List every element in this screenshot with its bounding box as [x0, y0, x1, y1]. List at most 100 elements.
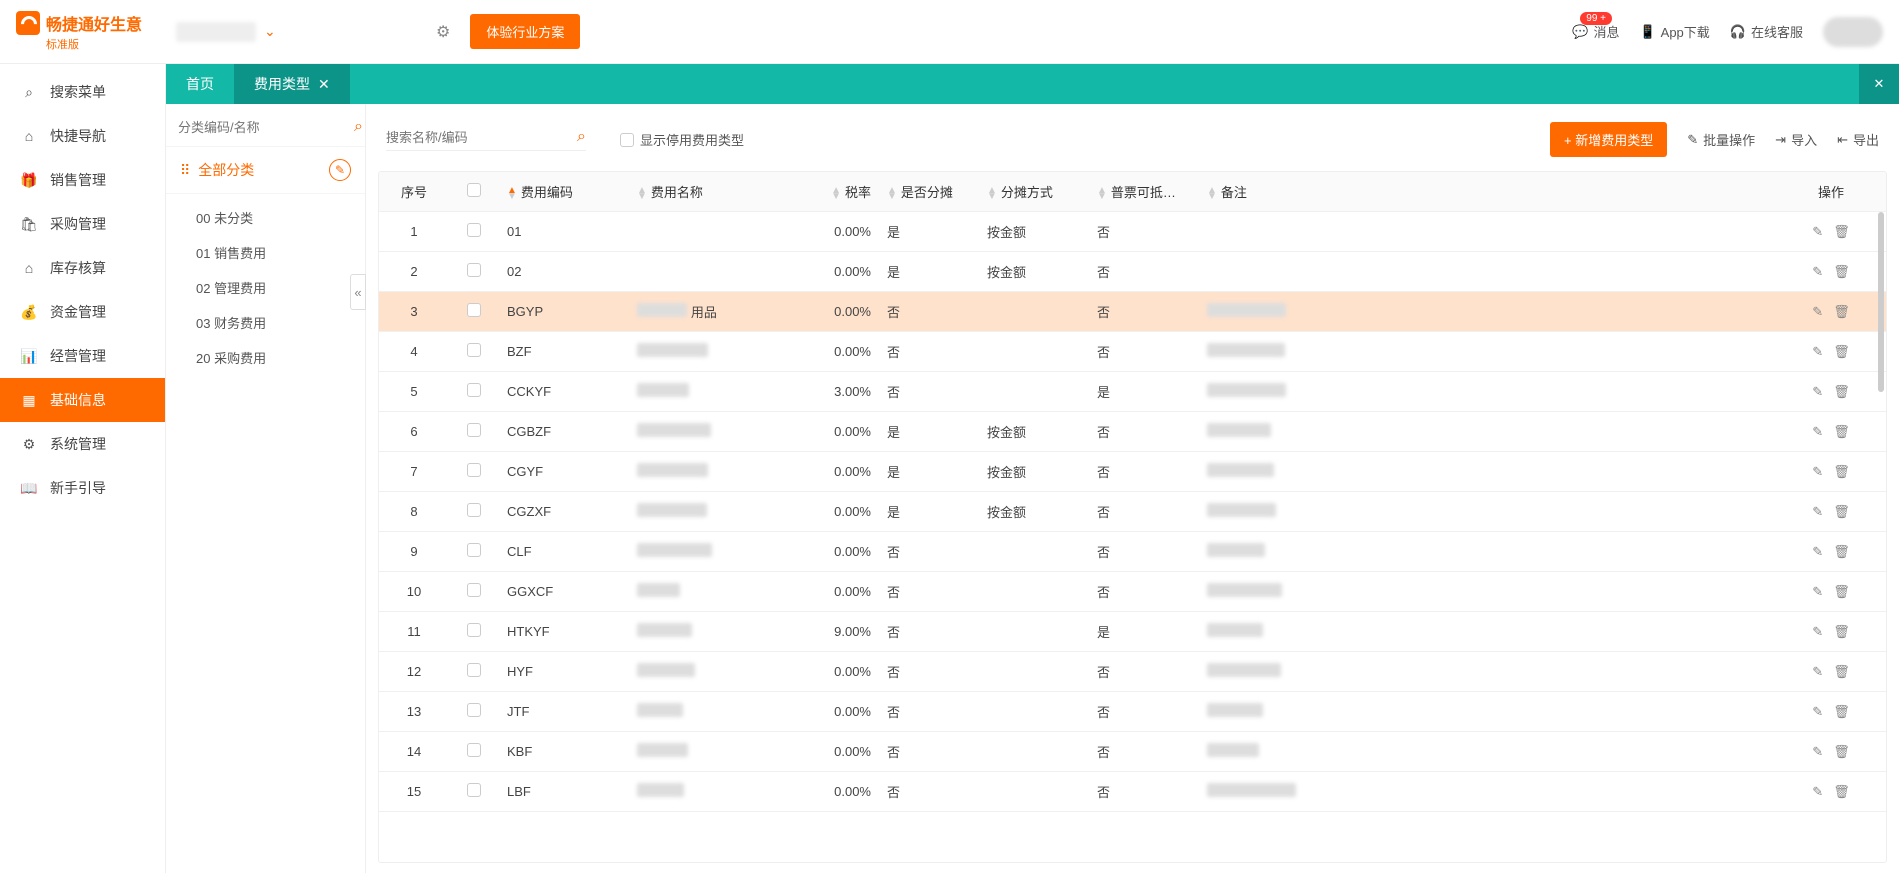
delete-row-icon[interactable]: 🗑	[1833, 224, 1850, 240]
cell-checkbox[interactable]	[449, 372, 499, 412]
edit-row-icon[interactable]: ✎	[1812, 464, 1823, 480]
delete-row-icon[interactable]: 🗑	[1833, 664, 1850, 680]
edit-row-icon[interactable]: ✎	[1812, 664, 1823, 680]
table-row[interactable]: 11HTKYF9.00%否是✎🗑	[379, 612, 1886, 652]
search-icon[interactable]: ⌕	[354, 118, 363, 136]
table-row[interactable]: 2020.00%是按金额否✎🗑	[379, 252, 1886, 292]
edit-row-icon[interactable]: ✎	[1812, 584, 1823, 600]
collapse-panel-handle[interactable]: «	[350, 274, 366, 310]
edit-row-icon[interactable]: ✎	[1812, 264, 1823, 280]
table-row[interactable]: 8CGZXF0.00%是按金额否✎🗑	[379, 492, 1886, 532]
cell-checkbox[interactable]	[449, 572, 499, 612]
delete-row-icon[interactable]: 🗑	[1833, 504, 1850, 520]
edit-row-icon[interactable]: ✎	[1812, 784, 1823, 800]
col-remark[interactable]: ▲▼备注	[1199, 172, 1776, 212]
delete-row-icon[interactable]: 🗑	[1833, 304, 1850, 320]
edit-row-icon[interactable]: ✎	[1812, 344, 1823, 360]
messages-link[interactable]: 💬 消息 99 +	[1572, 22, 1619, 41]
org-selector[interactable]: ⌄	[176, 22, 426, 42]
col-checkbox[interactable]	[449, 172, 499, 212]
delete-row-icon[interactable]: 🗑	[1833, 624, 1850, 640]
category-item[interactable]: 03 财务费用	[166, 305, 365, 340]
category-all[interactable]: ⠿ 全部分类 ✎	[166, 147, 365, 194]
user-avatar[interactable]	[1823, 17, 1883, 47]
col-share[interactable]: ▲▼是否分摊	[879, 172, 979, 212]
app-download-link[interactable]: 📱 App下载	[1639, 22, 1709, 41]
col-method[interactable]: ▲▼分摊方式	[979, 172, 1089, 212]
edit-row-icon[interactable]: ✎	[1812, 424, 1823, 440]
edit-row-icon[interactable]: ✎	[1812, 744, 1823, 760]
table-row[interactable]: 6CGBZF0.00%是按金额否✎🗑	[379, 412, 1886, 452]
sidebar-item[interactable]: ⌕搜索菜单	[0, 70, 165, 114]
show-disabled-checkbox[interactable]: 显示停用费用类型	[620, 130, 744, 149]
sidebar-item[interactable]: 📊经营管理	[0, 334, 165, 378]
edit-row-icon[interactable]: ✎	[1812, 304, 1823, 320]
edit-row-icon[interactable]: ✎	[1812, 504, 1823, 520]
cell-checkbox[interactable]	[449, 452, 499, 492]
close-all-tabs[interactable]: ✕	[1859, 64, 1899, 104]
sidebar-item[interactable]: 🛍采购管理	[0, 202, 165, 246]
category-item[interactable]: 00 未分类	[166, 200, 365, 235]
cell-checkbox[interactable]	[449, 412, 499, 452]
table-row[interactable]: 10GGXCF0.00%否否✎🗑	[379, 572, 1886, 612]
cell-checkbox[interactable]	[449, 212, 499, 252]
table-row[interactable]: 14KBF0.00%否否✎🗑	[379, 732, 1886, 772]
tab-home[interactable]: 首页	[166, 64, 234, 104]
category-item[interactable]: 20 采购费用	[166, 340, 365, 375]
col-deduct[interactable]: ▲▼普票可抵…	[1089, 172, 1199, 212]
cell-checkbox[interactable]	[449, 652, 499, 692]
delete-row-icon[interactable]: 🗑	[1833, 744, 1850, 760]
col-seq[interactable]: 序号	[379, 172, 449, 212]
sidebar-item[interactable]: 🎁销售管理	[0, 158, 165, 202]
sidebar-item[interactable]: ⌂快捷导航	[0, 114, 165, 158]
support-link[interactable]: 🎧 在线客服	[1730, 22, 1803, 41]
table-row[interactable]: 13JTF0.00%否否✎🗑	[379, 692, 1886, 732]
edit-row-icon[interactable]: ✎	[1812, 384, 1823, 400]
cell-checkbox[interactable]	[449, 492, 499, 532]
cell-checkbox[interactable]	[449, 252, 499, 292]
col-rate[interactable]: ▲▼税率	[799, 172, 879, 212]
table-row[interactable]: 12HYF0.00%否否✎🗑	[379, 652, 1886, 692]
cell-checkbox[interactable]	[449, 332, 499, 372]
add-expense-type-button[interactable]: + 新增费用类型	[1550, 122, 1667, 157]
table-row[interactable]: 1010.00%是按金额否✎🗑	[379, 212, 1886, 252]
close-icon[interactable]: ✕	[318, 76, 330, 93]
search-icon[interactable]: ⌕	[577, 128, 586, 146]
cell-checkbox[interactable]	[449, 292, 499, 332]
delete-row-icon[interactable]: 🗑	[1833, 704, 1850, 720]
scrollbar[interactable]	[1878, 212, 1884, 392]
trial-button[interactable]: 体验行业方案	[470, 14, 580, 49]
cell-checkbox[interactable]	[449, 692, 499, 732]
edit-row-icon[interactable]: ✎	[1812, 224, 1823, 240]
col-code[interactable]: ▲▼费用编码	[499, 172, 629, 212]
category-search-input[interactable]	[178, 120, 354, 135]
cell-checkbox[interactable]	[449, 772, 499, 812]
sidebar-item[interactable]: 💰资金管理	[0, 290, 165, 334]
export-link[interactable]: ⇤导出	[1837, 130, 1879, 149]
edit-row-icon[interactable]: ✎	[1812, 704, 1823, 720]
edit-row-icon[interactable]: ✎	[1812, 624, 1823, 640]
table-row[interactable]: 5CCKYF3.00%否是✎🗑	[379, 372, 1886, 412]
sidebar-item[interactable]: ▦基础信息	[0, 378, 165, 422]
delete-row-icon[interactable]: 🗑	[1833, 424, 1850, 440]
category-item[interactable]: 02 管理费用	[166, 270, 365, 305]
table-row[interactable]: 15LBF0.00%否否✎🗑	[379, 772, 1886, 812]
table-row[interactable]: 3BGYP 用品0.00%否否✎🗑	[379, 292, 1886, 332]
batch-action-link[interactable]: ✎批量操作	[1687, 130, 1755, 149]
table-row[interactable]: 7CGYF0.00%是按金额否✎🗑	[379, 452, 1886, 492]
delete-row-icon[interactable]: 🗑	[1833, 344, 1850, 360]
tab-expense-type[interactable]: 费用类型 ✕	[234, 64, 350, 104]
delete-row-icon[interactable]: 🗑	[1833, 544, 1850, 560]
import-link[interactable]: ⇥导入	[1775, 130, 1817, 149]
cell-checkbox[interactable]	[449, 612, 499, 652]
settings-icon[interactable]: ⚙	[436, 22, 450, 42]
cell-checkbox[interactable]	[449, 732, 499, 772]
table-row[interactable]: 9CLF0.00%否否✎🗑	[379, 532, 1886, 572]
delete-row-icon[interactable]: 🗑	[1833, 264, 1850, 280]
delete-row-icon[interactable]: 🗑	[1833, 584, 1850, 600]
sidebar-item[interactable]: ⌂库存核算	[0, 246, 165, 290]
cell-checkbox[interactable]	[449, 532, 499, 572]
edit-row-icon[interactable]: ✎	[1812, 544, 1823, 560]
col-name[interactable]: ▲▼费用名称	[629, 172, 799, 212]
category-item[interactable]: 01 销售费用	[166, 235, 365, 270]
